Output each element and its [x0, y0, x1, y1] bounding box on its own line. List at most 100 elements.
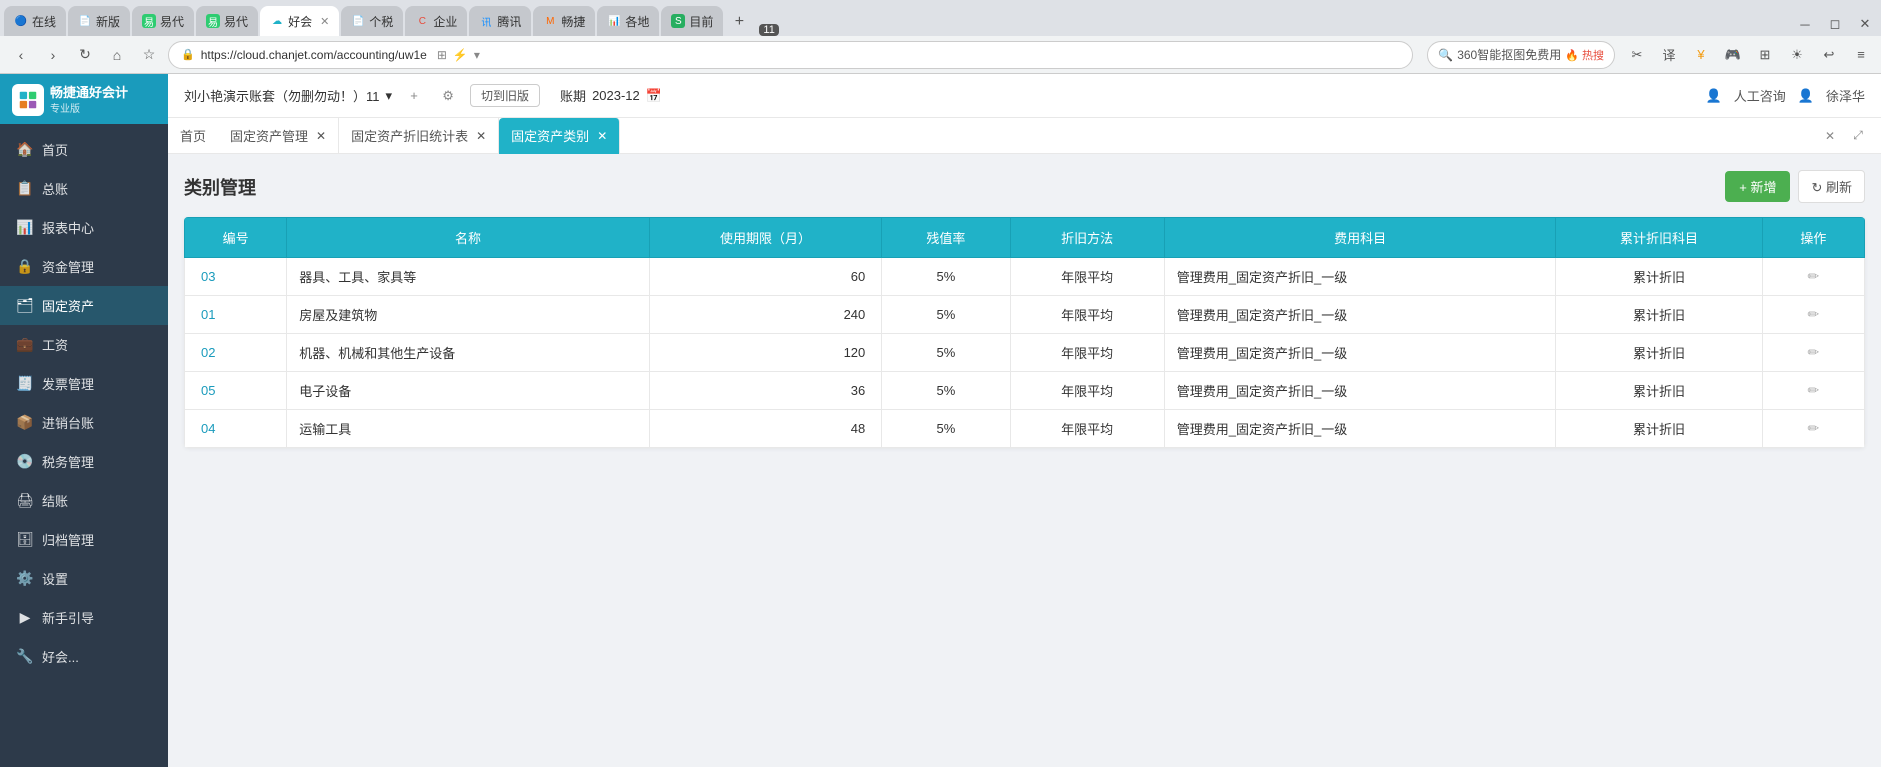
tab-fixed-mgmt-label: 固定资产管理	[230, 126, 308, 145]
browser-tab-tencent[interactable]: 讯 腾讯	[469, 6, 531, 36]
browser-tab-yidai1[interactable]: 易 易代	[132, 6, 194, 36]
cell-period-4: 48	[649, 410, 881, 448]
topbar-right: 👤 人工咨询 👤 徐泽华	[1706, 86, 1865, 105]
home-button[interactable]: ⌂	[104, 42, 130, 68]
brightness-icon[interactable]: ☀	[1785, 43, 1809, 67]
sidebar-item-archive[interactable]: 🗄 归档管理	[0, 520, 168, 559]
browser-tab-gedi[interactable]: 📊 各地	[597, 6, 659, 36]
browser-tab-yidai2[interactable]: 易 易代	[196, 6, 258, 36]
edit-button-2[interactable]: ✏	[1808, 344, 1820, 360]
sidebar-item-settings[interactable]: ⚙️ 设置	[0, 559, 168, 598]
tab-close-fixed-mgmt[interactable]: ✕	[316, 129, 326, 143]
tab-favicon-online: 🔵	[14, 14, 28, 28]
tab-minimize-icon[interactable]: ✕	[1819, 125, 1841, 147]
company-dropdown-icon[interactable]: ▾	[386, 88, 393, 104]
menu-icon[interactable]: ≡	[1849, 43, 1873, 67]
guide-icon: ▶	[16, 609, 34, 627]
yuan-icon[interactable]: ¥	[1689, 43, 1713, 67]
tab-close-haohui[interactable]: ✕	[320, 15, 329, 28]
switch-version-button[interactable]: 切到旧版	[470, 84, 540, 107]
cell-code-4: 04	[185, 410, 287, 448]
tab-close-fixed-dep[interactable]: ✕	[476, 129, 486, 143]
back-button[interactable]: ‹	[8, 42, 34, 68]
topbar-plus-icon[interactable]: +	[402, 84, 426, 108]
edit-button-4[interactable]: ✏	[1808, 420, 1820, 436]
browser-tab-online[interactable]: 🔵 在线	[4, 6, 66, 36]
undo-icon[interactable]: ↩	[1817, 43, 1841, 67]
cell-accumulated-0: 累计折旧	[1556, 258, 1762, 296]
grid-icon[interactable]: ⊞	[1753, 43, 1777, 67]
cell-code-0: 03	[185, 258, 287, 296]
sidebar-item-salary[interactable]: 💼 工资	[0, 325, 168, 364]
url-dropdown-icon[interactable]: ▾	[474, 48, 480, 62]
th-period: 使用期限（月）	[649, 218, 881, 258]
cut-icon[interactable]: ✂	[1625, 43, 1649, 67]
minimize-icon[interactable]: －	[1793, 12, 1817, 36]
sidebar-item-home[interactable]: 🏠 首页	[0, 130, 168, 169]
sidebar-item-inventory[interactable]: 📦 进销台账	[0, 403, 168, 442]
browser-tab-haohui[interactable]: ☁ 好会 ✕	[260, 6, 339, 36]
cell-residual-2: 5%	[882, 334, 1010, 372]
game-icon[interactable]: 🎮	[1721, 43, 1745, 67]
sidebar-item-reports[interactable]: 📊 报表中心	[0, 208, 168, 247]
cell-method-1: 年限平均	[1010, 296, 1164, 334]
cell-expense-4: 管理费用_固定资产折旧_一级	[1164, 410, 1556, 448]
tab-favicon-muqian: S	[671, 14, 685, 28]
search-box[interactable]: 🔍 360智能抠图免费用 🔥 热搜	[1427, 41, 1615, 69]
url-input[interactable]: 🔒 https://cloud.chanjet.com/accounting/u…	[168, 41, 1413, 69]
browser-tab-changjie[interactable]: M 畅捷	[533, 6, 595, 36]
tab-fixed-mgmt[interactable]: 固定资产管理 ✕	[218, 118, 339, 154]
sidebar-item-invoice[interactable]: 🧾 发票管理	[0, 364, 168, 403]
refresh-button[interactable]: ↻ 刷新	[1798, 170, 1865, 203]
browser-tab-enterprise[interactable]: C 企业	[405, 6, 467, 36]
tab-close-fixed-cat[interactable]: ✕	[597, 129, 607, 143]
browser-tab-gesui[interactable]: 📄 个税	[341, 6, 403, 36]
sidebar: 畅捷通好会计 专业版 🏠 首页 📋 总账 📊 报表中心 🔒 资金管理	[0, 74, 168, 767]
tab-home[interactable]: 首页	[180, 118, 218, 154]
hot-label: 🔥 热搜	[1565, 47, 1604, 63]
cell-residual-4: 5%	[882, 410, 1010, 448]
sidebar-item-ledger[interactable]: 📋 总账	[0, 169, 168, 208]
page-body: 类别管理 + 新增 ↻ 刷新 编号 名称 使用期限（月） 残值率 折旧方法 费用…	[168, 154, 1881, 767]
calendar-icon[interactable]: 📅	[646, 88, 662, 104]
sidebar-item-guide[interactable]: ▶ 新手引导	[0, 598, 168, 637]
tab-label-gesui: 个税	[369, 13, 393, 30]
edit-button-0[interactable]: ✏	[1808, 268, 1820, 284]
close-window-icon[interactable]: ✕	[1853, 12, 1877, 36]
cell-name-3: 电子设备	[287, 372, 650, 410]
bookmark-button[interactable]: ☆	[136, 42, 162, 68]
edit-button-1[interactable]: ✏	[1808, 306, 1820, 322]
tab-label-enterprise: 企业	[433, 13, 457, 30]
browser-tab-muqian[interactable]: S 目前	[661, 6, 723, 36]
table-row: 04 运输工具 48 5% 年限平均 管理费用_固定资产折旧_一级 累计折旧 ✏	[185, 410, 1865, 448]
tab-window-controls: ✕ ⤢	[1819, 125, 1869, 147]
sidebar-item-fixed[interactable]: 🗂 固定资产	[0, 286, 168, 325]
sidebar-item-label-salary: 工资	[42, 335, 68, 354]
sidebar-item-label-closing: 结账	[42, 491, 68, 510]
table-header: 编号 名称 使用期限（月） 残值率 折旧方法 费用科目 累计折旧科目 操作	[185, 218, 1865, 258]
sidebar-item-label-settings: 设置	[42, 569, 68, 588]
forward-button[interactable]: ›	[40, 42, 66, 68]
cell-code-1: 01	[185, 296, 287, 334]
period-value: 2023-12	[592, 88, 640, 103]
browser-tab-new[interactable]: 📄 新版	[68, 6, 130, 36]
sidebar-item-funds[interactable]: 🔒 资金管理	[0, 247, 168, 286]
translate-icon[interactable]: 译	[1657, 43, 1681, 67]
add-button[interactable]: + 新增	[1725, 171, 1790, 202]
sidebar-item-closing[interactable]: 🖨 结账	[0, 481, 168, 520]
reload-button[interactable]: ↻	[72, 42, 98, 68]
sidebar-item-tax[interactable]: 💿 税务管理	[0, 442, 168, 481]
tab-fixed-cat[interactable]: 固定资产类别 ✕	[499, 118, 620, 154]
edit-button-3[interactable]: ✏	[1808, 382, 1820, 398]
cell-method-3: 年限平均	[1010, 372, 1164, 410]
archive-icon: 🗄	[16, 531, 34, 549]
new-tab-button[interactable]: +	[725, 8, 753, 36]
service-label[interactable]: 人工咨询	[1734, 86, 1786, 105]
topbar-settings-icon[interactable]: ⚙	[436, 84, 460, 108]
sidebar-item-more[interactable]: 🔧 好会...	[0, 637, 168, 676]
tab-label-gedi: 各地	[625, 13, 649, 30]
restore-icon[interactable]: ◻	[1823, 12, 1847, 36]
tab-expand-icon[interactable]: ⤢	[1847, 125, 1869, 147]
cell-action-3: ✏	[1762, 372, 1864, 410]
tab-fixed-dep[interactable]: 固定资产折旧统计表 ✕	[339, 118, 499, 154]
